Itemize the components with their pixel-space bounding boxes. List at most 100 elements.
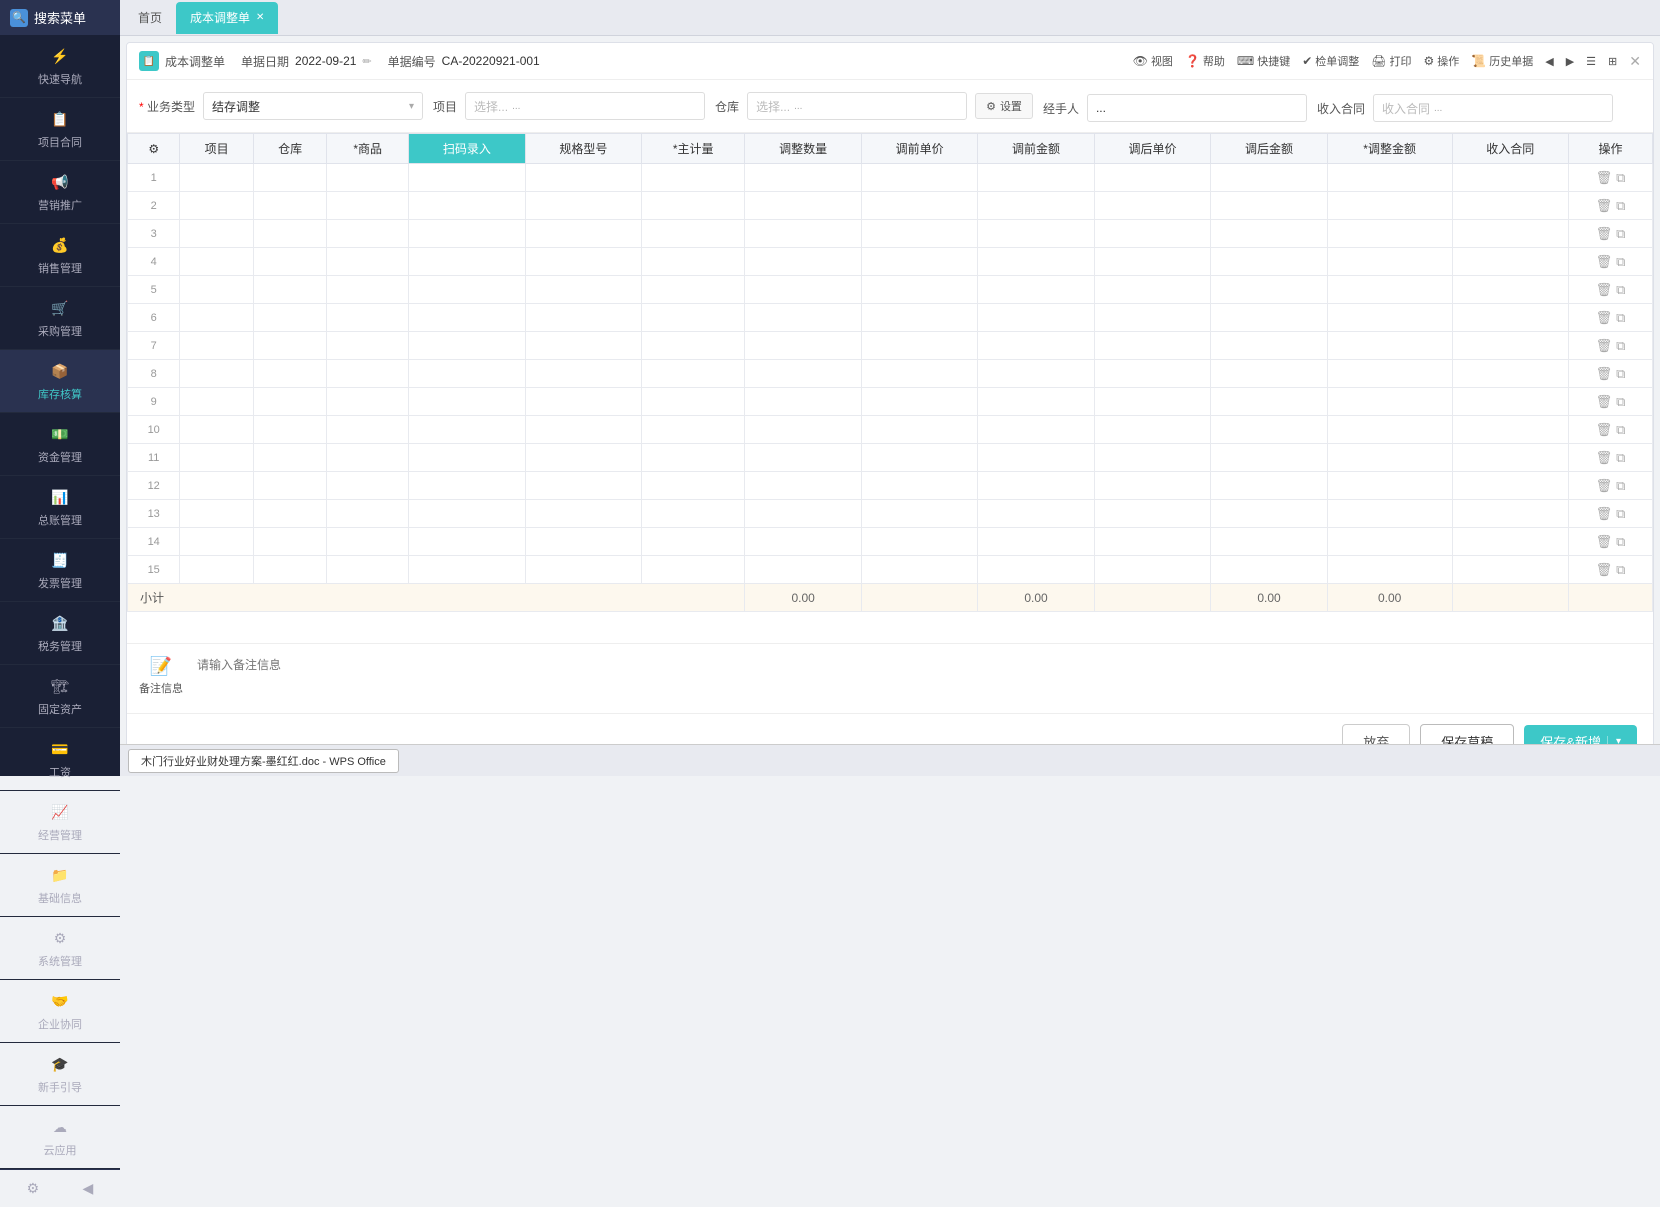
- row-9-after-price[interactable]: [1094, 388, 1210, 416]
- sidebar-item-cloud-app[interactable]: ☁ 云应用: [0, 1106, 120, 1169]
- action-print[interactable]: 🖨 打印: [1371, 53, 1411, 69]
- copy-icon-2[interactable]: ⧉: [1616, 198, 1625, 214]
- copy-icon-4[interactable]: ⧉: [1616, 254, 1625, 270]
- row-7-before-price[interactable]: [861, 332, 977, 360]
- row-5-before-amount[interactable]: [978, 276, 1094, 304]
- row-8-before-price[interactable]: [861, 360, 977, 388]
- row-6-scan[interactable]: [409, 304, 525, 332]
- row-6-after-price[interactable]: [1094, 304, 1210, 332]
- tab-cost-adjust[interactable]: 成本调整单 ✕: [176, 2, 278, 34]
- row-5-project[interactable]: [180, 276, 253, 304]
- row-6-unit[interactable]: [642, 304, 745, 332]
- delete-icon-9[interactable]: 🗑: [1596, 394, 1613, 410]
- row-3-before-amount[interactable]: [978, 220, 1094, 248]
- delete-icon-2[interactable]: 🗑: [1596, 198, 1613, 214]
- row-11-before-amount[interactable]: [978, 444, 1094, 472]
- row-7-spec[interactable]: [525, 332, 641, 360]
- row-2-adj-qty[interactable]: [745, 192, 861, 220]
- row-4-before-price[interactable]: [861, 248, 977, 276]
- sidebar-item-quick-nav[interactable]: ⚡ 快速导航: [0, 35, 120, 98]
- row-3-goods[interactable]: [327, 220, 409, 248]
- settings-button[interactable]: ⚙ 设置: [975, 93, 1033, 119]
- sidebar-item-purchase-mgmt[interactable]: 🛒 采购管理: [0, 287, 120, 350]
- row-1-warehouse[interactable]: [253, 164, 326, 192]
- row-4-adj-amount[interactable]: [1327, 248, 1452, 276]
- row-11-after-price[interactable]: [1094, 444, 1210, 472]
- row-12-spec[interactable]: [525, 472, 641, 500]
- copy-icon-13[interactable]: ⧉: [1616, 506, 1625, 522]
- row-2-before-price[interactable]: [861, 192, 977, 220]
- row-15-income[interactable]: [1452, 556, 1568, 584]
- row-4-after-amount[interactable]: [1211, 248, 1327, 276]
- row-15-warehouse[interactable]: [253, 556, 326, 584]
- row-13-warehouse[interactable]: [253, 500, 326, 528]
- sidebar-item-sales-promo[interactable]: 📢 营销推广: [0, 161, 120, 224]
- row-2-scan[interactable]: [409, 192, 525, 220]
- copy-icon-15[interactable]: ⧉: [1616, 562, 1625, 578]
- row-13-spec[interactable]: [525, 500, 641, 528]
- remarks-input[interactable]: [193, 652, 1641, 688]
- row-1-adj-qty[interactable]: [745, 164, 861, 192]
- settings-icon[interactable]: ⚙: [27, 1180, 40, 1197]
- close-modal-icon[interactable]: ✕: [1629, 53, 1641, 70]
- copy-icon-11[interactable]: ⧉: [1616, 450, 1625, 466]
- copy-icon-5[interactable]: ⧉: [1616, 282, 1625, 298]
- row-1-unit[interactable]: [642, 164, 745, 192]
- row-12-scan[interactable]: [409, 472, 525, 500]
- row-11-unit[interactable]: [642, 444, 745, 472]
- row-13-after-amount[interactable]: [1211, 500, 1327, 528]
- row-11-after-amount[interactable]: [1211, 444, 1327, 472]
- row-4-after-price[interactable]: [1094, 248, 1210, 276]
- row-12-after-amount[interactable]: [1211, 472, 1327, 500]
- sidebar-item-tax[interactable]: 🏦 税务管理: [0, 602, 120, 665]
- row-10-scan[interactable]: [409, 416, 525, 444]
- row-9-after-amount[interactable]: [1211, 388, 1327, 416]
- row-14-scan[interactable]: [409, 528, 525, 556]
- copy-icon-3[interactable]: ⧉: [1616, 226, 1625, 242]
- copy-icon-8[interactable]: ⧉: [1616, 366, 1625, 382]
- row-15-project[interactable]: [180, 556, 253, 584]
- row-3-after-price[interactable]: [1094, 220, 1210, 248]
- row-15-unit[interactable]: [642, 556, 745, 584]
- row-6-before-price[interactable]: [861, 304, 977, 332]
- row-4-goods[interactable]: [327, 248, 409, 276]
- row-8-project[interactable]: [180, 360, 253, 388]
- sidebar-search[interactable]: 🔍 搜索菜单: [0, 0, 120, 35]
- row-12-before-price[interactable]: [861, 472, 977, 500]
- sidebar-item-finance[interactable]: 💵 资金管理: [0, 413, 120, 476]
- row-6-after-amount[interactable]: [1211, 304, 1327, 332]
- row-12-goods[interactable]: [327, 472, 409, 500]
- row-9-unit[interactable]: [642, 388, 745, 416]
- row-5-goods[interactable]: [327, 276, 409, 304]
- copy-icon-6[interactable]: ⧉: [1616, 310, 1625, 326]
- row-8-spec[interactable]: [525, 360, 641, 388]
- row-9-spec[interactable]: [525, 388, 641, 416]
- row-3-project[interactable]: [180, 220, 253, 248]
- copy-icon-14[interactable]: ⧉: [1616, 534, 1625, 550]
- row-1-adj-amount[interactable]: [1327, 164, 1452, 192]
- row-11-adj-qty[interactable]: [745, 444, 861, 472]
- action-view[interactable]: 👁 视图: [1133, 53, 1173, 69]
- row-2-goods[interactable]: [327, 192, 409, 220]
- sidebar-item-inventory[interactable]: 📦 库存核算: [0, 350, 120, 413]
- row-6-project[interactable]: [180, 304, 253, 332]
- row-11-warehouse[interactable]: [253, 444, 326, 472]
- row-6-income[interactable]: [1452, 304, 1568, 332]
- row-14-goods[interactable]: [327, 528, 409, 556]
- row-3-spec[interactable]: [525, 220, 641, 248]
- row-10-goods[interactable]: [327, 416, 409, 444]
- row-14-after-price[interactable]: [1094, 528, 1210, 556]
- row-5-adj-amount[interactable]: [1327, 276, 1452, 304]
- row-5-unit[interactable]: [642, 276, 745, 304]
- row-1-before-amount[interactable]: [978, 164, 1094, 192]
- row-1-before-price[interactable]: [861, 164, 977, 192]
- row-8-after-price[interactable]: [1094, 360, 1210, 388]
- row-3-income[interactable]: [1452, 220, 1568, 248]
- delete-icon-7[interactable]: 🗑: [1596, 338, 1613, 354]
- date-edit-icon[interactable]: ✏: [362, 55, 371, 68]
- row-2-project[interactable]: [180, 192, 253, 220]
- row-7-goods[interactable]: [327, 332, 409, 360]
- row-13-before-price[interactable]: [861, 500, 977, 528]
- row-3-adj-amount[interactable]: [1327, 220, 1452, 248]
- row-9-warehouse[interactable]: [253, 388, 326, 416]
